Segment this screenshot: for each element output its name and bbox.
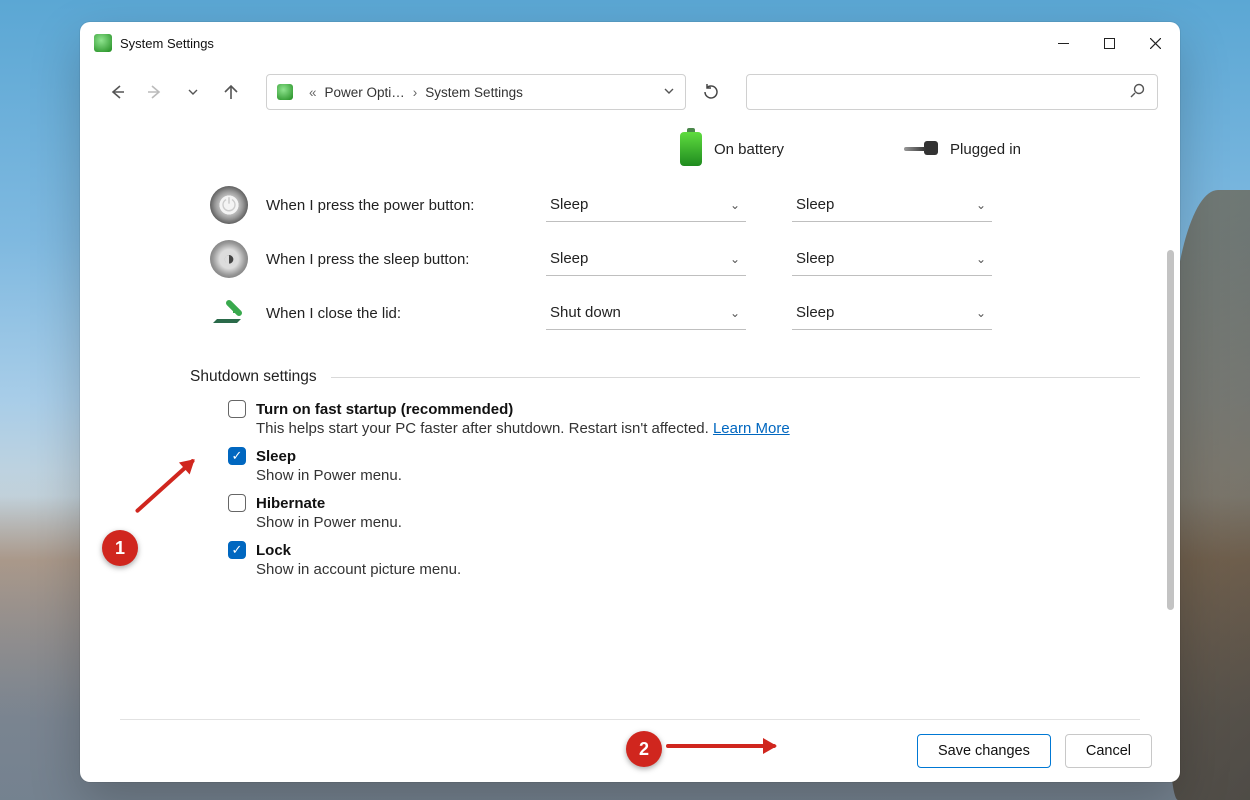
minimize-icon [1058,38,1069,49]
chevron-down-icon: ⌄ [976,198,986,212]
breadcrumb-item-system-settings[interactable]: System Settings [425,85,523,100]
sleep-button-plugged-select[interactable]: Sleep⌄ [792,242,992,276]
location-icon [277,84,293,100]
close-lid-battery-select[interactable]: Shut down⌄ [546,296,746,330]
close-icon [1150,38,1161,49]
search-bar[interactable] [746,74,1158,110]
back-button[interactable] [102,77,132,107]
annotation-badge-2: 2 [626,731,662,767]
plug-icon [904,139,938,159]
arrow-right-icon [146,83,164,101]
column-on-battery-label: On battery [714,141,784,158]
power-button-label: When I press the power button: [266,197,528,214]
history-dropdown-button[interactable] [178,77,208,107]
column-headers: On battery Plugged in [120,120,1140,178]
window-title: System Settings [120,36,214,51]
hibernate-description: Show in Power menu. [228,514,1140,531]
fast-startup-checkbox[interactable] [228,400,246,418]
section-shutdown-settings: Shutdown settings [120,368,1140,386]
settings-window: System Settings « Pow [80,22,1180,782]
section-title: Shutdown settings [190,368,317,386]
up-button[interactable] [216,77,246,107]
chevron-down-icon: ⌄ [730,252,740,266]
column-on-battery: On battery [680,132,784,166]
sleep-checkbox[interactable]: ✓ [228,447,246,465]
hibernate-checkbox[interactable] [228,494,246,512]
chevron-down-icon: ⌄ [730,198,740,212]
lock-description: Show in account picture menu. [228,561,1140,578]
section-divider [331,377,1140,378]
row-sleep-button: When I press the sleep button: Sleep⌄ Sl… [120,232,1140,286]
lock-checkbox[interactable]: ✓ [228,541,246,559]
lock-title: Lock [256,542,291,559]
annotation-badge-1: 1 [102,530,138,566]
row-power-button: When I press the power button: Sleep⌄ Sl… [120,178,1140,232]
app-icon [94,34,112,52]
scrollbar[interactable] [1167,250,1174,610]
option-fast-startup: Turn on fast startup (recommended) This … [120,400,1140,437]
option-sleep: ✓ Sleep Show in Power menu. [120,447,1140,484]
sleep-button-battery-select[interactable]: Sleep⌄ [546,242,746,276]
close-lid-label: When I close the lid: [266,305,528,322]
column-plugged-in-label: Plugged in [950,141,1021,158]
close-lid-plugged-select[interactable]: Sleep⌄ [792,296,992,330]
refresh-icon [702,83,720,101]
sleep-title: Sleep [256,448,296,465]
chevron-down-icon [663,85,675,97]
chevron-down-icon: ⌄ [976,306,986,320]
arrow-up-icon [222,83,240,101]
option-hibernate: Hibernate Show in Power menu. [120,494,1140,531]
forward-button[interactable] [140,77,170,107]
address-bar[interactable]: « Power Opti… › System Settings [266,74,686,110]
address-dropdown-button[interactable] [663,85,675,100]
sleep-button-icon [210,240,248,278]
chevron-down-icon: ⌄ [730,306,740,320]
annotation-arrow-2 [666,744,776,748]
learn-more-link[interactable]: Learn More [713,420,790,437]
arrow-left-icon [108,83,126,101]
minimize-button[interactable] [1040,22,1086,64]
search-input[interactable] [759,85,1130,100]
breadcrumb-prefix: « [309,85,317,100]
maximize-icon [1104,38,1115,49]
battery-icon [680,132,702,166]
chevron-right-icon: › [413,85,418,100]
power-button-plugged-select[interactable]: Sleep⌄ [792,188,992,222]
toolbar: « Power Opti… › System Settings [80,64,1180,120]
chevron-down-icon [187,86,199,98]
refresh-button[interactable] [694,75,728,109]
sleep-button-label: When I press the sleep button: [266,251,528,268]
hibernate-title: Hibernate [256,495,325,512]
content-area: On battery Plugged in When I press the p… [80,120,1180,719]
search-icon [1130,83,1145,101]
chevron-down-icon: ⌄ [976,252,986,266]
option-lock: ✓ Lock Show in account picture menu. [120,541,1140,578]
power-button-icon [210,186,248,224]
maximize-button[interactable] [1086,22,1132,64]
column-plugged-in: Plugged in [904,139,1021,159]
titlebar: System Settings [80,22,1180,64]
breadcrumb-item-power-options[interactable]: Power Opti… [325,85,405,100]
fast-startup-title: Turn on fast startup (recommended) [256,401,513,418]
row-close-lid: When I close the lid: Shut down⌄ Sleep⌄ [120,286,1140,340]
power-button-battery-select[interactable]: Sleep⌄ [546,188,746,222]
save-changes-button[interactable]: Save changes [917,734,1051,768]
close-button[interactable] [1132,22,1178,64]
cancel-button[interactable]: Cancel [1065,734,1152,768]
fast-startup-description: This helps start your PC faster after sh… [228,420,1140,437]
sleep-description: Show in Power menu. [228,467,1140,484]
lid-icon [210,294,248,332]
